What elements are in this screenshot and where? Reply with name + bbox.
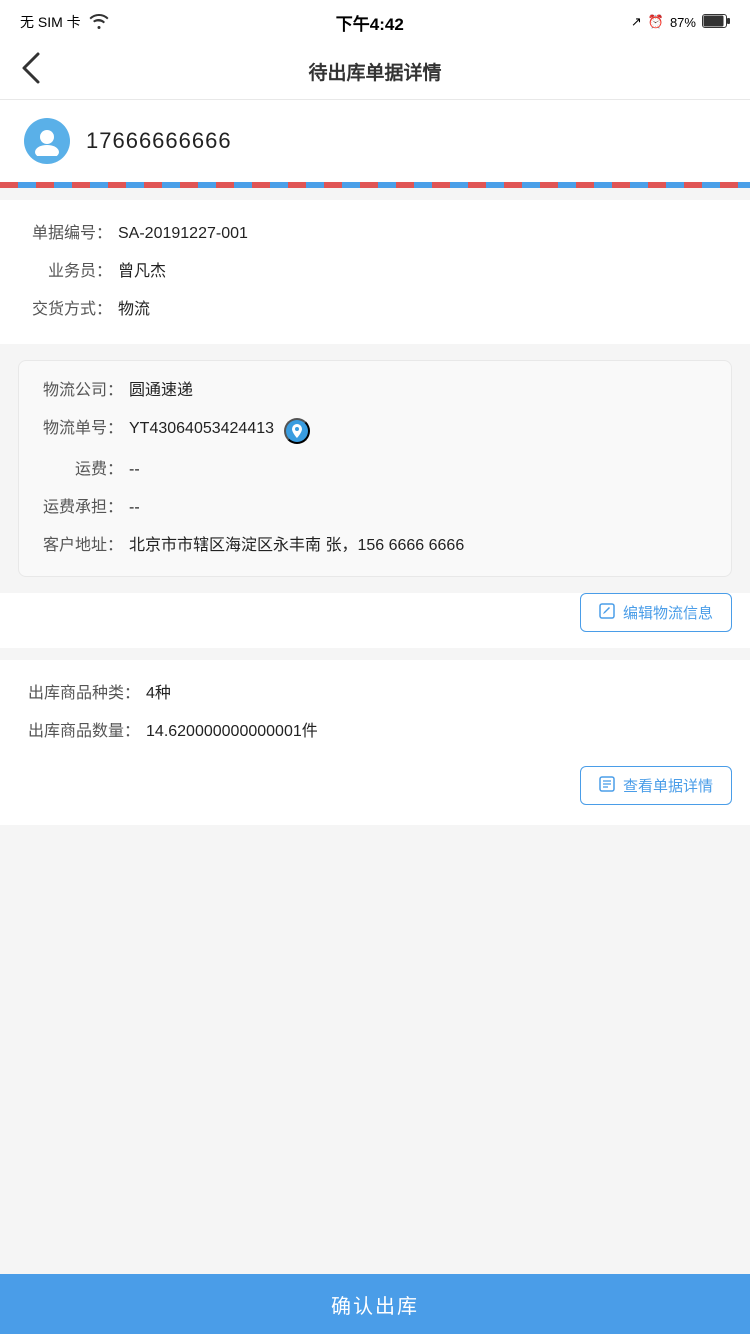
status-left: 无 SIM 卡 <box>20 12 109 32</box>
delivery-label: 交货方式： <box>28 298 118 322</box>
confirm-outbound-button[interactable]: 确认出库 <box>0 1274 750 1334</box>
battery-text: 87% <box>670 15 696 30</box>
address-label: 客户地址： <box>39 534 129 558</box>
edit-icon <box>599 603 615 623</box>
order-no-label: 单据编号： <box>28 222 118 246</box>
view-detail-label: 查看单据详情 <box>623 775 713 796</box>
customer-header: 17666666666 <box>0 100 750 182</box>
freight-value: -- <box>129 458 711 482</box>
goods-card: 出库商品种类： 4种 出库商品数量： 14.620000000000001件 <box>0 660 750 766</box>
logistics-card: 物流公司： 圆通速递 物流单号： YT43064053424413 运费： --… <box>18 360 732 577</box>
goods-types-row: 出库商品种类： 4种 <box>28 682 722 706</box>
salesperson-value: 曾凡杰 <box>118 260 722 284</box>
tracking-no-label: 物流单号： <box>39 417 129 441</box>
page-title: 待出库单据详情 <box>308 58 441 85</box>
goods-quantity-row: 出库商品数量： 14.620000000000001件 <box>28 720 722 744</box>
basic-info-card: 单据编号： SA-20191227-001 业务员： 曾凡杰 交货方式： 物流 <box>0 200 750 344</box>
edit-logistics-button[interactable]: 编辑物流信息 <box>580 593 732 632</box>
customer-phone: 17666666666 <box>86 128 232 154</box>
back-button[interactable] <box>20 42 54 101</box>
nav-bar: 待出库单据详情 <box>0 44 750 100</box>
view-detail-button[interactable]: 查看单据详情 <box>580 766 732 805</box>
salesperson-label: 业务员： <box>28 260 118 284</box>
avatar <box>24 118 70 164</box>
logistics-company-row: 物流公司： 圆通速递 <box>39 379 711 403</box>
page-filler <box>0 825 750 1025</box>
freight-label: 运费： <box>39 458 129 482</box>
section-gap-2 <box>0 648 750 660</box>
goods-quantity-value: 14.620000000000001件 <box>146 720 722 744</box>
freight-bearer-row: 运费承担： -- <box>39 496 711 520</box>
bottom-area: 确认出库 <box>0 1274 750 1334</box>
address-value: 北京市市辖区海淀区永丰南 张，156 6666 6666 <box>129 534 711 558</box>
wifi-icon <box>89 13 109 32</box>
delivery-row: 交货方式： 物流 <box>28 298 722 322</box>
goods-quantity-label: 出库商品数量： <box>28 720 146 744</box>
no-sim-text: 无 SIM 卡 <box>20 12 81 32</box>
location-status-icon: ↗ <box>631 14 642 30</box>
goods-types-label: 出库商品种类： <box>28 682 146 706</box>
freight-bearer-label: 运费承担： <box>39 496 129 520</box>
view-detail-icon <box>599 776 615 796</box>
goods-types-value: 4种 <box>146 682 722 706</box>
freight-row: 运费： -- <box>39 458 711 482</box>
logistics-company-value: 圆通速递 <box>129 379 711 403</box>
edit-logistics-label: 编辑物流信息 <box>623 602 713 623</box>
section-gap-1 <box>0 188 750 200</box>
order-no-value: SA-20191227-001 <box>118 222 722 246</box>
freight-bearer-value: -- <box>129 496 711 520</box>
delivery-value: 物流 <box>118 298 722 322</box>
status-time: 下午4:42 <box>336 10 404 35</box>
status-right: ↗ ⏰ 87% <box>631 14 730 31</box>
tracking-no-row: 物流单号： YT43064053424413 <box>39 417 711 444</box>
order-no-row: 单据编号： SA-20191227-001 <box>28 222 722 246</box>
status-bar: 无 SIM 卡 下午4:42 ↗ ⏰ 87% <box>0 0 750 44</box>
edit-btn-row: 编辑物流信息 <box>0 593 750 648</box>
tracking-no-value: YT43064053424413 <box>129 417 711 444</box>
address-row: 客户地址： 北京市市辖区海淀区永丰南 张，156 6666 6666 <box>39 534 711 558</box>
logistics-company-label: 物流公司： <box>39 379 129 403</box>
salesperson-row: 业务员： 曾凡杰 <box>28 260 722 284</box>
battery-icon <box>702 14 730 31</box>
view-btn-row: 查看单据详情 <box>0 766 750 825</box>
track-location-button[interactable] <box>284 418 310 444</box>
alarm-icon: ⏰ <box>648 14 664 30</box>
